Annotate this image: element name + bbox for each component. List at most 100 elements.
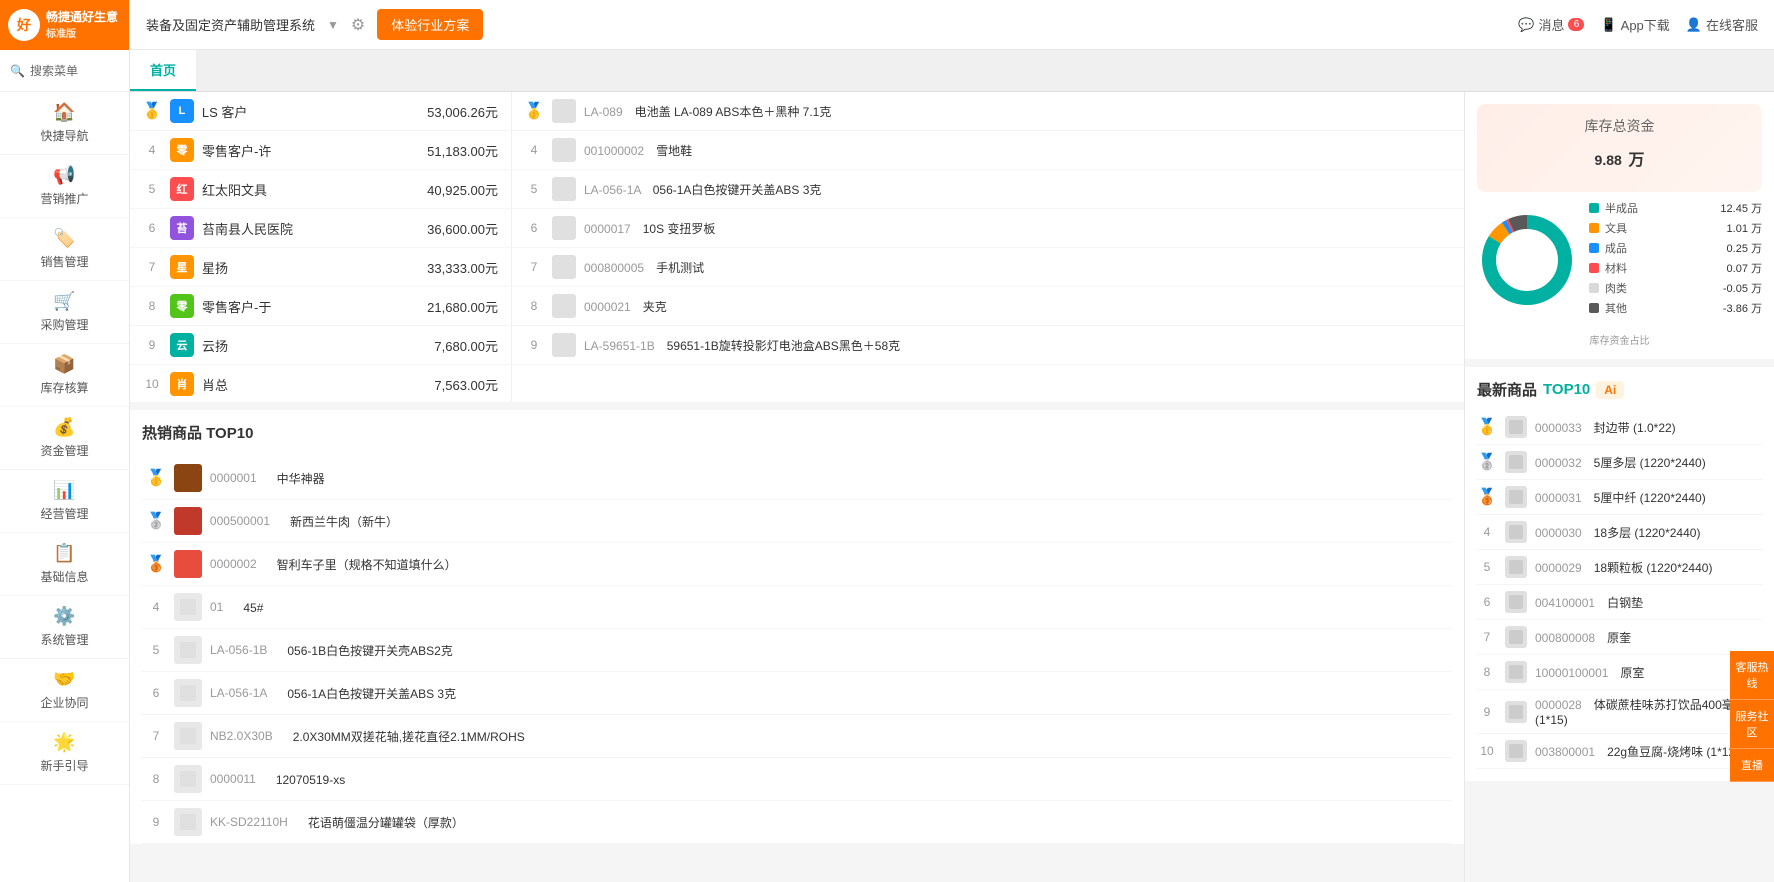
logo-sub: 标准版 [46,25,118,40]
product-icon [1505,451,1527,473]
product-code: 01 [210,600,223,614]
list-item: 🥉 0000031 5厘中纤 (1220*2440) [1477,480,1762,515]
product-icon [1505,701,1527,723]
product-code: 0000002 [210,557,257,571]
customer-amount: 53,006.26元 [427,102,498,121]
rank-num: 7 [524,260,544,274]
sidebar-item-sales[interactable]: 🏷️ 销售管理 [0,218,129,281]
product-icon [552,216,576,240]
donut-chart [1477,210,1577,310]
rank-num: 4 [146,600,166,614]
online-service-btn[interactable]: 👤 在线客服 [1686,15,1758,34]
donut-chart-section: 半成品 12.45 万 文具 1.01 万 成品 0.25 万 [1477,192,1762,328]
product-icon [552,99,576,123]
customer-name: 云扬 [202,336,426,355]
rank-num: 5 [1477,560,1497,574]
customer-amount: 33,333.00元 [427,258,498,277]
customer-amount: 36,600.00元 [427,219,498,238]
rank-num: 9 [1477,705,1497,719]
customer-name: LS 客户 [202,102,419,121]
quicknav-label: 快捷导航 [40,127,88,144]
rank-num: 10 [1477,744,1497,758]
sidebar-item-system[interactable]: ⚙️ 系统管理 [0,596,129,659]
list-item: 7 NB2.0X30B 2.0X30MM双搓花轴,搓花直径2.1MM/ROHS [142,715,1452,758]
product-thumbnail [174,808,202,836]
sidebar-item-operation[interactable]: 📊 经营管理 [0,470,129,533]
inventory-value: 9.88 [1595,152,1622,168]
rank-num: 8 [524,299,544,313]
product-thumbnail [174,679,202,707]
settings-icon[interactable]: ⚙ [351,15,365,35]
sidebar-logo: 好 畅捷通好生意 标准版 [0,0,129,50]
content-area: 🥇 L LS 客户 53,006.26元 4 零 零售客户-许 51,183.0… [130,92,1774,882]
rank-num: 8 [146,772,166,786]
product-code: NB2.0X30B [210,729,273,743]
rank-num: 10 [142,377,162,391]
customer-amount: 21,680.00元 [427,297,498,316]
product-icon [552,138,576,162]
product-info: 0000021 夹克 [584,298,1452,315]
rank-num: 7 [146,729,166,743]
list-item: 4 01 45# [142,586,1452,629]
list-item: 5 0000029 18颗粒板 (1220*2440) [1477,550,1762,585]
sidebar-search-area[interactable]: 🔍 搜索菜单 [0,50,129,92]
community-btn[interactable]: 服务社区 [1730,700,1774,749]
list-item: 9 KK-SD22110H 花语萌僵温分罐罐袋（厚款） [142,801,1452,844]
dropdown-arrow-icon[interactable]: ▼ [327,18,339,32]
app-download-btn[interactable]: 📱 App下载 [1600,15,1669,34]
sidebar-item-basic[interactable]: 📋 基础信息 [0,533,129,596]
marketing-label: 营销推广 [40,190,88,207]
sidebar-item-marketing[interactable]: 📢 营销推广 [0,155,129,218]
legend-dot [1589,303,1599,313]
product-info: 000800005 手机测试 [584,259,1452,276]
product-name: 花语萌僵温分罐罐袋（厚款） [296,814,1448,831]
product-sales-panel: 🥇 LA-089 电池盖 LA-089 ABS本色＋黑种 7.1克 4 [511,92,1464,402]
ai-tag: Ai [1596,381,1624,399]
search-menu-label: 搜索菜单 [30,62,78,79]
customer-service-btn[interactable]: 客服热线 [1730,651,1774,700]
legend-item: 肉类 -0.05 万 [1589,280,1762,296]
search-menu-btn[interactable]: 🔍 搜索菜单 [10,58,119,83]
sidebar-item-quicknav[interactable]: 🏠 快捷导航 [0,92,129,155]
topbar-right: 💬 消息 6 📱 App下载 👤 在线客服 [1518,15,1758,34]
inventory-label: 库存核算 [40,379,88,396]
product-name: 056-1B白色按键开关壳ABS2克 [275,642,1448,659]
sidebar-item-inventory[interactable]: 📦 库存核算 [0,344,129,407]
customer-amount: 7,563.00元 [434,375,498,394]
basic-label: 基础信息 [40,568,88,585]
product-code: 000500001 [210,514,270,528]
medal-gold-icon: 🥇 [142,101,162,121]
tab-home-label: 首页 [150,63,176,78]
table-row: 9 LA-59651-1B 59651-1B旋转投影灯电池盒ABS黑色＋58克 [512,326,1464,365]
sidebar-nav: 🏠 快捷导航 📢 营销推广 🏷️ 销售管理 🛒 采购管理 📦 库存核算 💰 资金… [0,92,129,882]
product-info: 0000030 18多层 (1220*2440) [1535,524,1762,541]
avatar: 红 [170,177,194,201]
rank-num: 7 [142,260,162,274]
sidebar-item-purchase[interactable]: 🛒 采购管理 [0,281,129,344]
list-item: 🥈 0000032 5厘多层 (1220*2440) [1477,445,1762,480]
tab-home[interactable]: 首页 [130,50,196,91]
message-btn[interactable]: 💬 消息 6 [1518,15,1584,34]
product-name: 45# [231,599,1448,616]
customer-name: 星扬 [202,258,419,277]
product-thumbnail [174,593,202,621]
avatar: 零 [170,294,194,318]
avatar: 星 [170,255,194,279]
medal-silver-icon: 🥈 [1477,452,1497,472]
sidebar-item-finance[interactable]: 💰 资金管理 [0,407,129,470]
product-info: 0000017 10S 变扭罗板 [584,220,1452,237]
sidebar-item-enterprise[interactable]: 🤝 企业协同 [0,659,129,722]
product-thumbnail [174,507,202,535]
customer-ranking-table: 🥇 L LS 客户 53,006.26元 4 零 零售客户-许 51,183.0… [130,92,510,402]
product-info: 003800001 22g鱼豆腐-烧烤味 (1*12*20) [1535,743,1762,760]
sidebar-item-guide[interactable]: 🌟 新手引导 [0,722,129,785]
customer-sales-panel: 🥇 L LS 客户 53,006.26元 4 零 零售客户-许 51,183.0… [130,92,510,402]
rank-num: 7 [1477,630,1497,644]
inventory-legend: 半成品 12.45 万 文具 1.01 万 成品 0.25 万 [1589,200,1762,320]
trial-btn[interactable]: 体验行业方案 [377,9,483,40]
table-row: 🥇 L LS 客户 53,006.26元 [130,92,510,131]
product-name: 新西兰牛肉（新牛） [278,513,1448,530]
list-item: 🥈 000500001 新西兰牛肉（新牛） [142,500,1452,543]
product-info: 0000031 5厘中纤 (1220*2440) [1535,489,1762,506]
live-btn[interactable]: 直播 [1730,749,1774,782]
